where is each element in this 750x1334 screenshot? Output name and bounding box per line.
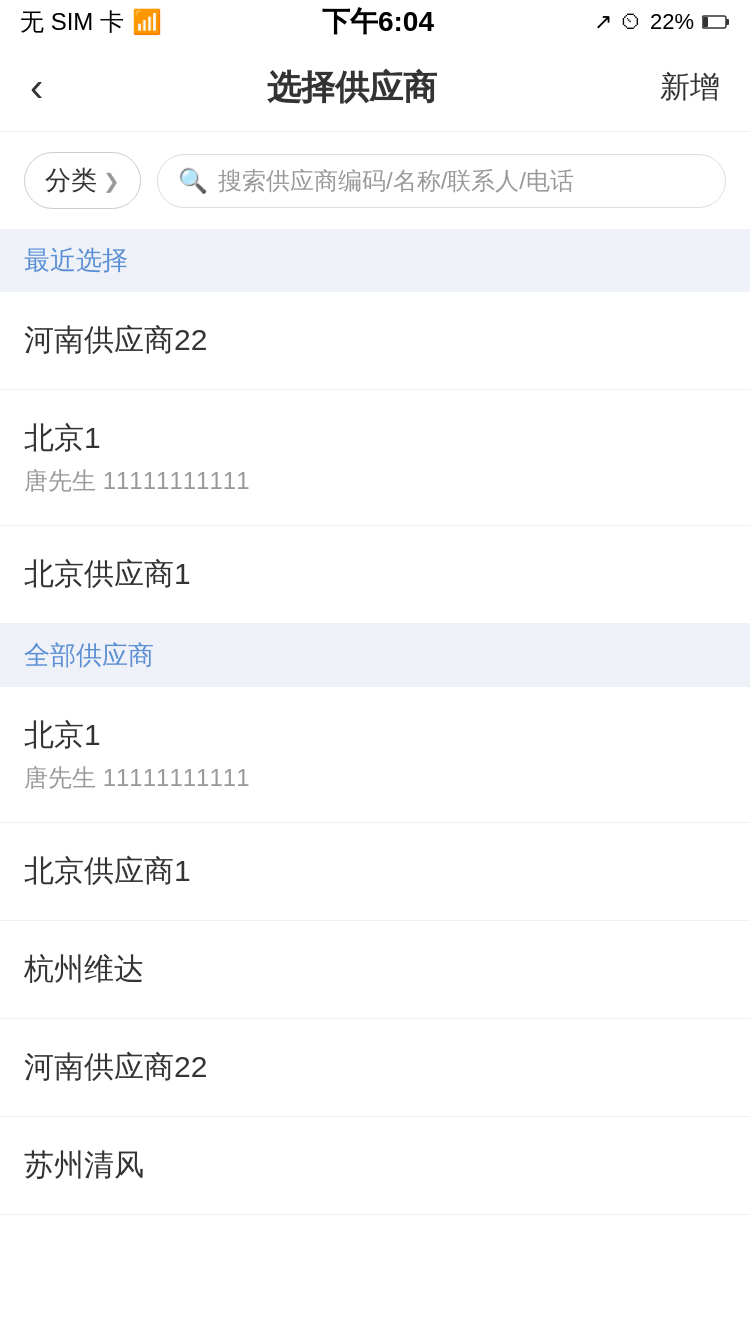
item-name: 杭州维达 xyxy=(24,949,726,990)
filter-bar: 分类 ❯ 🔍 搜索供应商编码/名称/联系人/电话 xyxy=(0,132,750,229)
page-title: 选择供应商 xyxy=(267,65,437,111)
item-detail: 唐先生 11111111111 xyxy=(24,465,726,497)
item-detail: 唐先生 11111111111 xyxy=(24,762,726,794)
svg-rect-1 xyxy=(703,17,708,27)
alarm-icon: ⏲ xyxy=(620,9,642,35)
battery-icon xyxy=(702,9,730,35)
status-right: ↗ ⏲ 22% xyxy=(594,9,730,35)
search-icon: 🔍 xyxy=(178,167,208,195)
wifi-icon: 📶 xyxy=(132,8,162,36)
item-name: 北京1 xyxy=(24,715,726,756)
category-button[interactable]: 分类 ❯ xyxy=(24,152,141,209)
list-item[interactable]: 苏州清风 xyxy=(0,1117,750,1215)
item-name: 河南供应商22 xyxy=(24,320,726,361)
item-name: 北京1 xyxy=(24,418,726,459)
svg-rect-2 xyxy=(726,19,729,25)
all-list: 北京1 唐先生 11111111111 北京供应商1 杭州维达河南供应商22 苏州清风 xyxy=(0,687,750,1215)
all-section-header: 全部供应商 xyxy=(0,624,750,687)
search-input[interactable]: 🔍 搜索供应商编码/名称/联系人/电话 xyxy=(157,154,726,208)
recent-section-header: 最近选择 xyxy=(0,229,750,292)
status-bar: 无 SIM 卡 📶 下午6:04 ↗ ⏲ 22% xyxy=(0,0,750,44)
back-button[interactable]: ‹ xyxy=(30,65,43,110)
recent-list: 河南供应商22 北京1 唐先生 11111111111 北京供应商1 xyxy=(0,292,750,624)
list-item[interactable]: 北京1 唐先生 11111111111 xyxy=(0,390,750,526)
list-item[interactable]: 北京供应商1 xyxy=(0,526,750,624)
list-item[interactable]: 河南供应商22 xyxy=(0,1019,750,1117)
item-name: 北京供应商1 xyxy=(24,851,726,892)
battery-text: 22% xyxy=(650,9,694,35)
list-item[interactable]: 北京1 唐先生 11111111111 xyxy=(0,687,750,823)
location-icon: ↗ xyxy=(594,9,612,35)
item-name: 北京供应商1 xyxy=(24,554,726,595)
no-sim-text: 无 SIM 卡 xyxy=(20,6,124,38)
item-name: 河南供应商22 xyxy=(24,1047,726,1088)
category-label: 分类 xyxy=(45,163,97,198)
list-item[interactable]: 北京供应商1 xyxy=(0,823,750,921)
chevron-right-icon: ❯ xyxy=(103,169,120,193)
add-button[interactable]: 新增 xyxy=(660,67,720,108)
item-name: 苏州清风 xyxy=(24,1145,726,1186)
list-item[interactable]: 杭州维达 xyxy=(0,921,750,1019)
list-item[interactable]: 河南供应商22 xyxy=(0,292,750,390)
status-time: 下午6:04 xyxy=(322,3,434,41)
nav-bar: ‹ 选择供应商 新增 xyxy=(0,44,750,132)
status-left: 无 SIM 卡 📶 xyxy=(20,6,162,38)
search-placeholder: 搜索供应商编码/名称/联系人/电话 xyxy=(218,165,574,197)
